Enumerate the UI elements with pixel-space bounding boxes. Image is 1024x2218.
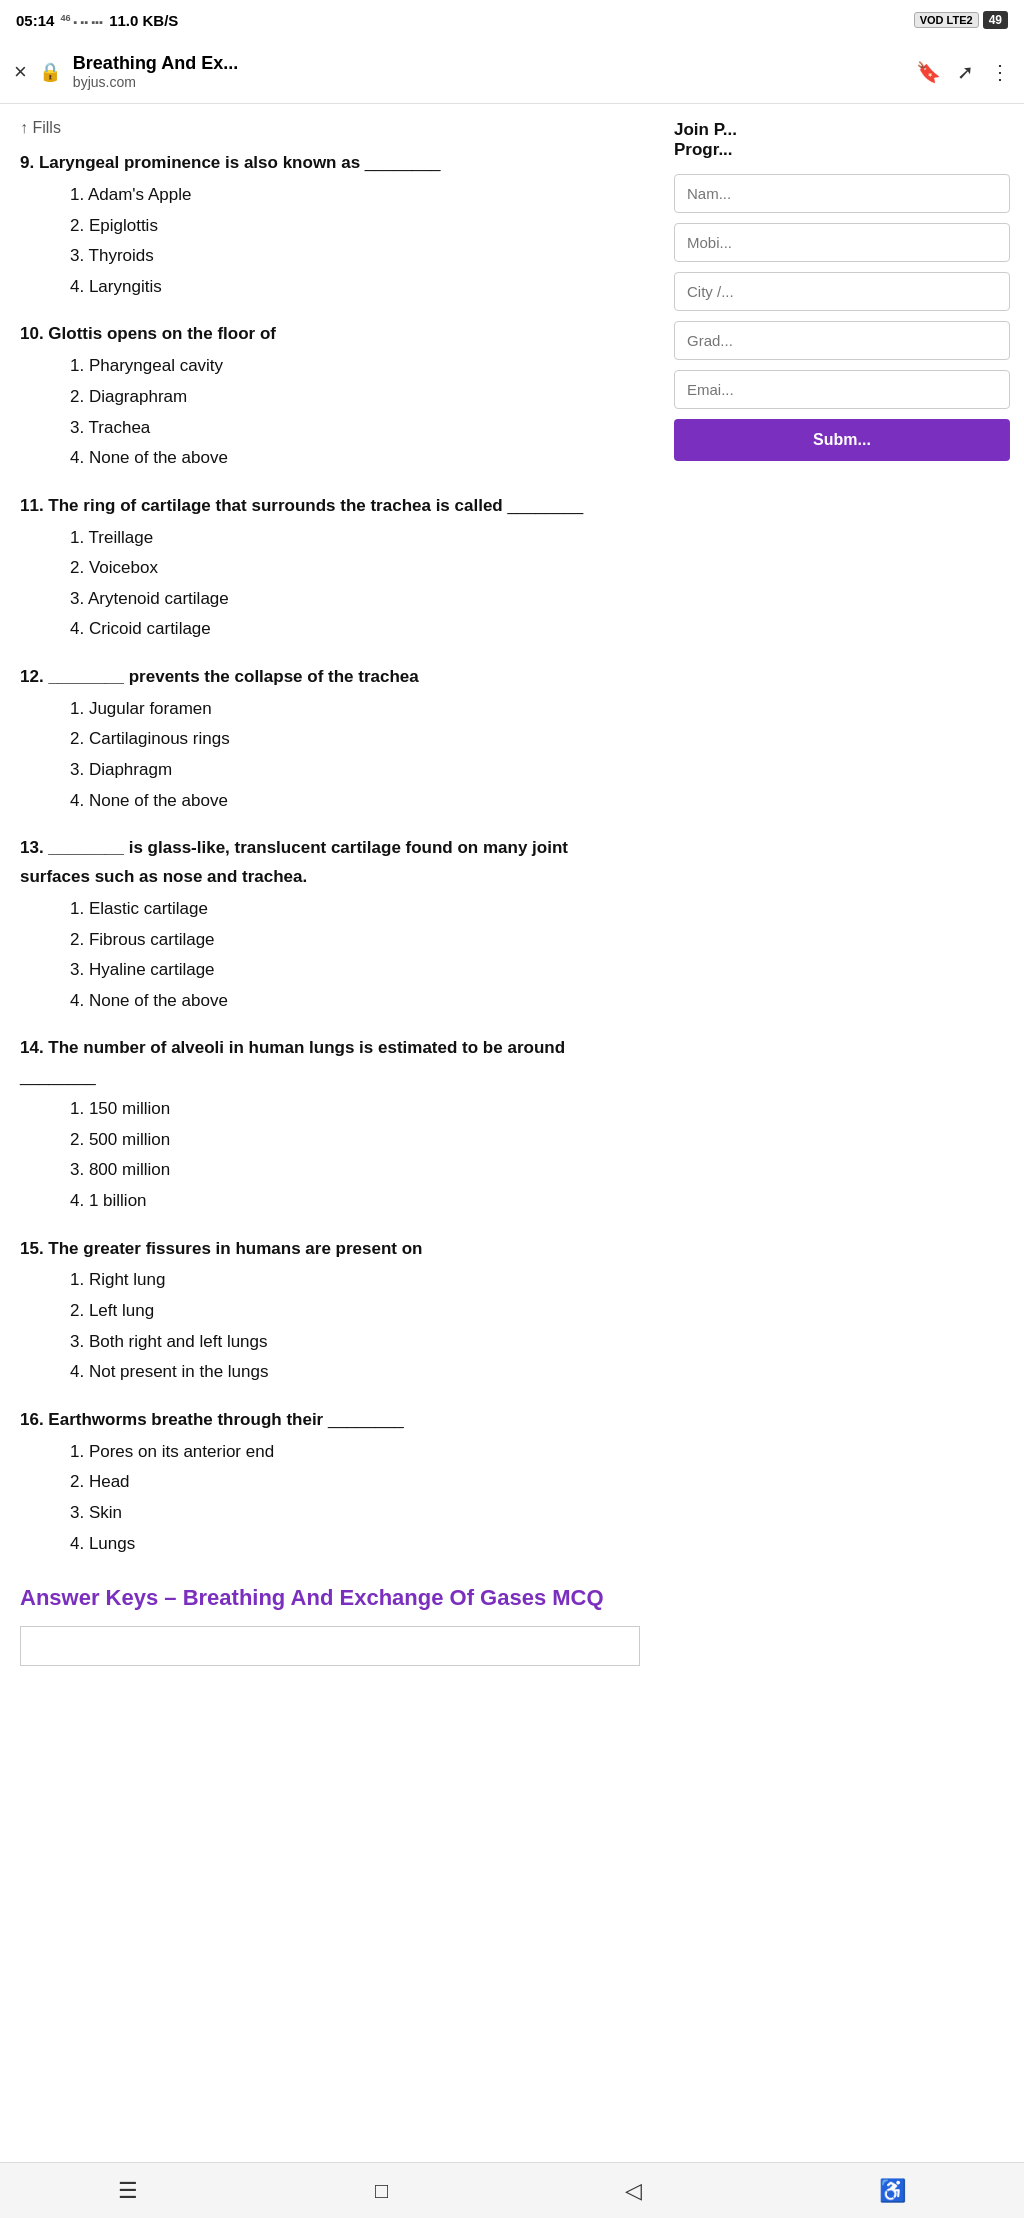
city-input[interactable] [674, 272, 1010, 311]
menu-nav-icon[interactable]: ☰ [118, 2178, 138, 2204]
list-item: 2. 500 million [70, 1125, 640, 1156]
browser-url: byjus.com [73, 74, 904, 90]
list-item: 2. Left lung [70, 1296, 640, 1327]
browser-toolbar: × 🔒 Breathing And Ex... byjus.com 🔖 ➚ ⋮ [0, 40, 1024, 104]
question-9: 9. Laryngeal prominence is also known as… [20, 149, 640, 302]
bottom-nav: ☰ □ ◁ ♿ [0, 2162, 1024, 2218]
main-content: ↑ Fills 9. Laryngeal prominence is also … [0, 104, 1024, 1686]
question-13-text: 13. ________ is glass-like, translucent … [20, 834, 640, 892]
list-item: 3. Hyaline cartilage [70, 955, 640, 986]
submit-button[interactable]: Subm... [674, 419, 1010, 461]
list-item: 4. Lungs [70, 1529, 640, 1560]
list-item: 3. Both right and left lungs [70, 1327, 640, 1358]
question-16-text: 16. Earthworms breathe through their ___… [20, 1406, 640, 1435]
question-12-options: 1. Jugular foramen 2. Cartilaginous ring… [70, 694, 640, 816]
answer-keys-title: Answer Keys – Breathing And Exchange Of … [20, 1579, 640, 1616]
list-item: 3. Diaphragm [70, 755, 640, 786]
battery-badge: 49 [983, 11, 1008, 29]
question-15: 15. The greater fissures in humans are p… [20, 1235, 640, 1388]
sidebar: Join P...Progr... Subm... [660, 104, 1024, 477]
question-11: 11. The ring of cartilage that surrounds… [20, 492, 640, 645]
name-input[interactable] [674, 174, 1010, 213]
list-item: 4. None of the above [70, 986, 640, 1017]
list-item: 2. Cartilaginous rings [70, 724, 640, 755]
grade-input[interactable] [674, 321, 1010, 360]
list-item: 2. Voicebox [70, 553, 640, 584]
list-item: 2. Epiglottis [70, 211, 640, 242]
question-11-options: 1. Treillage 2. Voicebox 3. Arytenoid ca… [70, 523, 640, 645]
list-item: 3. Trachea [70, 413, 640, 444]
question-11-text: 11. The ring of cartilage that surrounds… [20, 492, 640, 521]
question-12-text: 12. ________ prevents the collapse of th… [20, 663, 640, 692]
email-input[interactable] [674, 370, 1010, 409]
status-bar: 05:14 46 ▪ ▪▪ ▪▪▪ 11.0 KB/S VOD LTE2 49 [0, 0, 1024, 40]
list-item: 1. Pores on its anterior end [70, 1437, 640, 1468]
list-item: 3. Thyroids [70, 241, 640, 272]
share-icon[interactable]: ➚ [957, 60, 974, 84]
answer-keys-box [20, 1626, 640, 1666]
question-16: 16. Earthworms breathe through their ___… [20, 1406, 640, 1559]
question-9-text: 9. Laryngeal prominence is also known as… [20, 149, 640, 178]
toolbar-title-block: Breathing And Ex... byjus.com [73, 53, 904, 90]
toolbar-icons: 🔖 ➚ ⋮ [916, 60, 1010, 84]
status-signal: 46 ▪ ▪▪ ▪▪▪ [60, 13, 103, 28]
list-item: 1. 150 million [70, 1094, 640, 1125]
list-item: 4. Laryngitis [70, 272, 640, 303]
list-item: 2. Fibrous cartilage [70, 925, 640, 956]
list-item: 2. Head [70, 1467, 640, 1498]
question-13: 13. ________ is glass-like, translucent … [20, 834, 640, 1016]
list-item: 4. 1 billion [70, 1186, 640, 1217]
list-item: 4. None of the above [70, 443, 640, 474]
list-item: 3. 800 million [70, 1155, 640, 1186]
question-16-options: 1. Pores on its anterior end 2. Head 3. … [70, 1437, 640, 1559]
back-nav-icon[interactable]: ◁ [625, 2178, 642, 2204]
menu-icon[interactable]: ⋮ [990, 60, 1010, 84]
question-10-options: 1. Pharyngeal cavity 2. Diagraphram 3. T… [70, 351, 640, 473]
bookmark-icon[interactable]: 🔖 [916, 60, 941, 84]
status-network: 11.0 KB/S [109, 12, 178, 29]
list-item: 2. Diagraphram [70, 382, 640, 413]
list-item: 1. Right lung [70, 1265, 640, 1296]
close-icon[interactable]: × [14, 59, 27, 85]
list-item: 3. Arytenoid cartilage [70, 584, 640, 615]
question-15-options: 1. Right lung 2. Left lung 3. Both right… [70, 1265, 640, 1387]
list-item: 1. Adam's Apple [70, 180, 640, 211]
question-10-text: 10. Glottis opens on the floor of [20, 320, 640, 349]
question-14: 14. The number of alveoli in human lungs… [20, 1034, 640, 1216]
vod-badge: VOD LTE2 [914, 12, 979, 28]
list-item: 1. Treillage [70, 523, 640, 554]
question-14-text: 14. The number of alveoli in human lungs… [20, 1034, 640, 1092]
question-15-text: 15. The greater fissures in humans are p… [20, 1235, 640, 1264]
list-item: 3. Skin [70, 1498, 640, 1529]
truncated-top: ↑ Fills [20, 114, 640, 141]
sidebar-form: Subm... [674, 174, 1010, 461]
mobile-input[interactable] [674, 223, 1010, 262]
status-signal-sup: 46 [60, 13, 70, 23]
list-item: 1. Elastic cartilage [70, 894, 640, 925]
lock-icon: 🔒 [39, 61, 61, 83]
list-item: 4. None of the above [70, 786, 640, 817]
status-time: 05:14 [16, 12, 54, 29]
list-item: 4. Cricoid cartilage [70, 614, 640, 645]
question-12: 12. ________ prevents the collapse of th… [20, 663, 640, 816]
page-title: Breathing And Ex... [73, 53, 904, 74]
sidebar-join-title: Join P...Progr... [674, 120, 1010, 160]
home-nav-icon[interactable]: □ [375, 2178, 388, 2204]
article: ↑ Fills 9. Laryngeal prominence is also … [0, 104, 660, 1686]
status-left: 05:14 46 ▪ ▪▪ ▪▪▪ 11.0 KB/S [16, 12, 178, 29]
question-9-options: 1. Adam's Apple 2. Epiglottis 3. Thyroid… [70, 180, 640, 302]
accessibility-nav-icon[interactable]: ♿ [879, 2178, 906, 2204]
list-item: 1. Jugular foramen [70, 694, 640, 725]
status-right: VOD LTE2 49 [914, 11, 1008, 29]
question-14-options: 1. 150 million 2. 500 million 3. 800 mil… [70, 1094, 640, 1216]
list-item: 4. Not present in the lungs [70, 1357, 640, 1388]
question-10: 10. Glottis opens on the floor of 1. Pha… [20, 320, 640, 473]
question-13-options: 1. Elastic cartilage 2. Fibrous cartilag… [70, 894, 640, 1016]
list-item: 1. Pharyngeal cavity [70, 351, 640, 382]
